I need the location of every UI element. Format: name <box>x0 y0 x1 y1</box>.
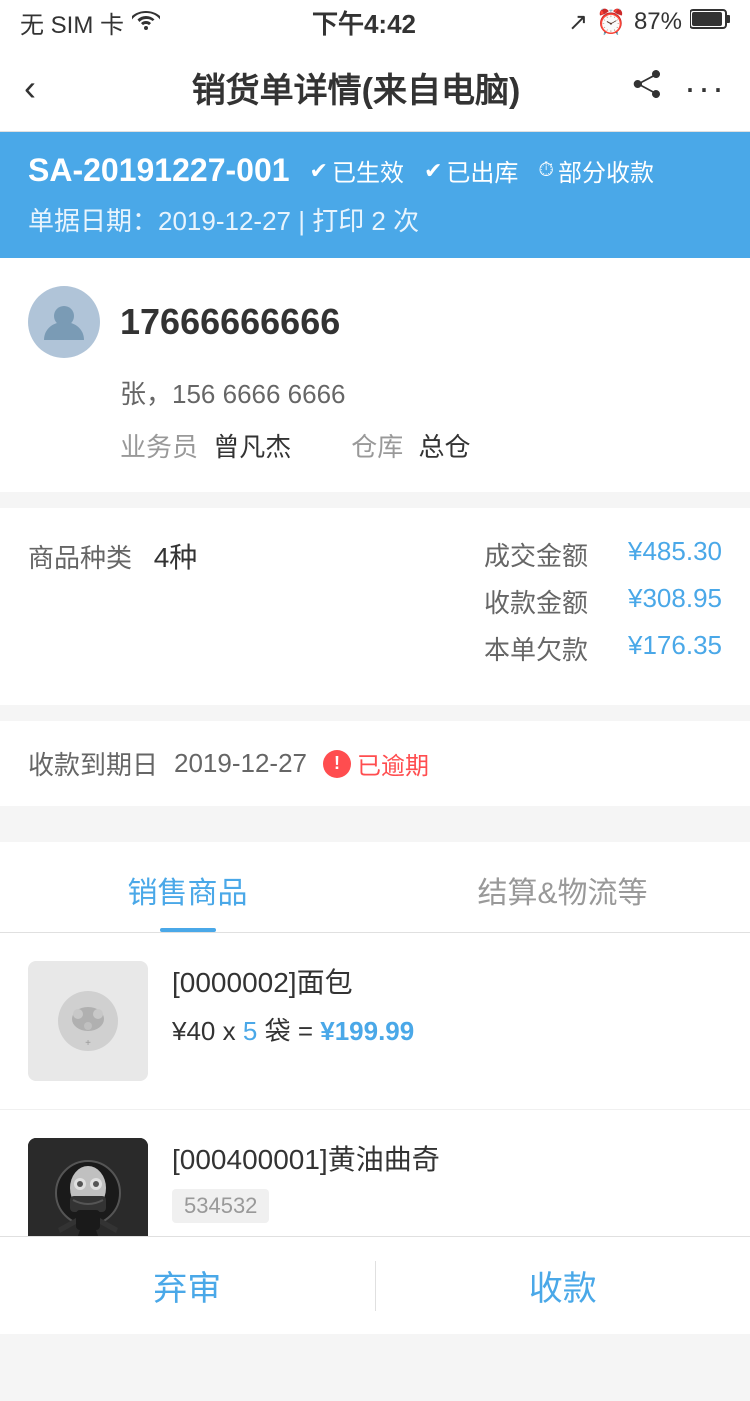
overdue-icon: ! <box>323 750 351 778</box>
amount-row-1: 成交金额 ¥485.30 <box>484 536 722 573</box>
unit-1: 袋 <box>265 1016 291 1046</box>
wifi-icon <box>132 8 160 37</box>
type-count: 4种 <box>154 542 198 573</box>
product-sku-2: 534532 <box>172 1189 269 1223</box>
order-header: SA-20191227-001 ✔ 已生效 ✔ 已出库 ⏱ 部分收款 单据日期：… <box>0 132 750 258</box>
status-left: 无 SIM 卡 <box>20 5 160 40</box>
amount-label: 成交金额 <box>484 536 588 573</box>
battery-text: 87% <box>634 8 682 36</box>
tab-products[interactable]: 销售商品 <box>0 842 375 932</box>
tab-settlement[interactable]: 结算&物流等 <box>375 842 750 932</box>
overdue-text: 已逾期 <box>357 746 429 781</box>
warehouse-value: 总仓 <box>419 432 471 462</box>
type-label: 商品种类 4种 <box>28 536 197 576</box>
carrier-text: 无 SIM 卡 <box>20 5 124 40</box>
nav-bar: ‹ 销货单详情(来自电脑) ··· <box>0 44 750 132</box>
back-button[interactable]: ‹ <box>24 67 84 109</box>
nav-title: 销货单详情(来自电脑) <box>84 63 628 112</box>
salesperson-label: 业务员 <box>120 432 198 462</box>
summary-right: 成交金额 ¥485.30 收款金额 ¥308.95 本单欠款 ¥176.35 <box>484 536 722 677</box>
product-name-2: [000400001]黄油曲奇 <box>172 1138 722 1178</box>
clock-icon: ⏱ <box>538 159 554 182</box>
amount-value: ¥485.30 <box>628 536 722 573</box>
product-thumb-1: + <box>28 961 148 1081</box>
tabs: 销售商品 结算&物流等 <box>0 842 750 933</box>
location-icon: ↗ <box>568 8 588 37</box>
amount-row-3: 本单欠款 ¥176.35 <box>484 630 722 667</box>
alarm-icon: ⏰ <box>596 8 626 37</box>
received-label: 收款金额 <box>484 583 588 620</box>
status-partial: ⏱ 部分收款 <box>538 153 654 188</box>
order-date: 单据日期：2019-12-27 | 打印 2 次 <box>28 201 722 238</box>
customer-avatar <box>28 286 100 358</box>
overdue-badge: ! 已逾期 <box>323 746 429 781</box>
more-button[interactable]: ··· <box>684 67 726 109</box>
check-icon-1: ✔ <box>310 158 328 184</box>
product-name-1: [0000002]面包 <box>172 961 722 1001</box>
due-date-label: 收款到期日 <box>28 745 158 782</box>
product-price-1: ¥40 x 5 袋 = ¥199.99 <box>172 1011 722 1048</box>
price-base-1: ¥40 <box>172 1016 215 1046</box>
order-id: SA-20191227-001 <box>28 152 290 189</box>
salesperson-value: 曾凡杰 <box>213 432 291 462</box>
due-date-value: 2019-12-27 <box>174 748 307 779</box>
received-value: ¥308.95 <box>628 583 722 620</box>
qty-1: 5 <box>243 1016 257 1046</box>
debt-value: ¥176.35 <box>628 630 722 667</box>
customer-meta: 业务员 曾凡杰 仓库 总仓 <box>28 427 722 464</box>
section-divider <box>0 822 750 842</box>
debt-label: 本单欠款 <box>484 630 588 667</box>
customer-name: 17666666666 <box>120 301 340 343</box>
total-1: ¥199.99 <box>320 1016 414 1046</box>
status-bar: 无 SIM 卡 下午4:42 ↗ ⏰ 87% <box>0 0 750 44</box>
customer-section: 17666666666 张，156 6666 6666 业务员 曾凡杰 仓库 总… <box>0 258 750 492</box>
due-date-section: 收款到期日 2019-12-27 ! 已逾期 <box>0 721 750 806</box>
product-info-1: [0000002]面包 ¥40 x 5 袋 = ¥199.99 <box>172 961 722 1048</box>
status-shipped: ✔ 已出库 <box>424 153 518 188</box>
warehouse-label: 仓库 <box>351 432 403 462</box>
status-active: ✔ 已生效 <box>310 153 404 188</box>
check-icon-2: ✔ <box>424 158 442 184</box>
confirm-button[interactable]: 收款 <box>376 1241 750 1330</box>
status-time: 下午4:42 <box>312 4 416 41</box>
status-right: ↗ ⏰ 87% <box>568 8 730 37</box>
bottom-bar: 弃审 收款 <box>0 1236 750 1334</box>
nav-actions: ··· <box>628 66 726 110</box>
summary-left: 商品种类 4种 <box>28 536 197 584</box>
battery-icon <box>690 8 730 37</box>
svg-text:+: + <box>85 1038 91 1049</box>
share-button[interactable] <box>628 66 664 110</box>
product-item-1: + [0000002]面包 ¥40 x 5 袋 = ¥199.99 <box>0 933 750 1110</box>
customer-contact: 张，156 6666 6666 <box>28 374 722 411</box>
order-summary: 商品种类 4种 成交金额 ¥485.30 收款金额 ¥308.95 本单欠款 ¥… <box>0 508 750 705</box>
amount-row-2: 收款金额 ¥308.95 <box>484 583 722 620</box>
status-badges: ✔ 已生效 ✔ 已出库 ⏱ 部分收款 <box>310 153 654 188</box>
cancel-button[interactable]: 弃审 <box>0 1241 375 1330</box>
